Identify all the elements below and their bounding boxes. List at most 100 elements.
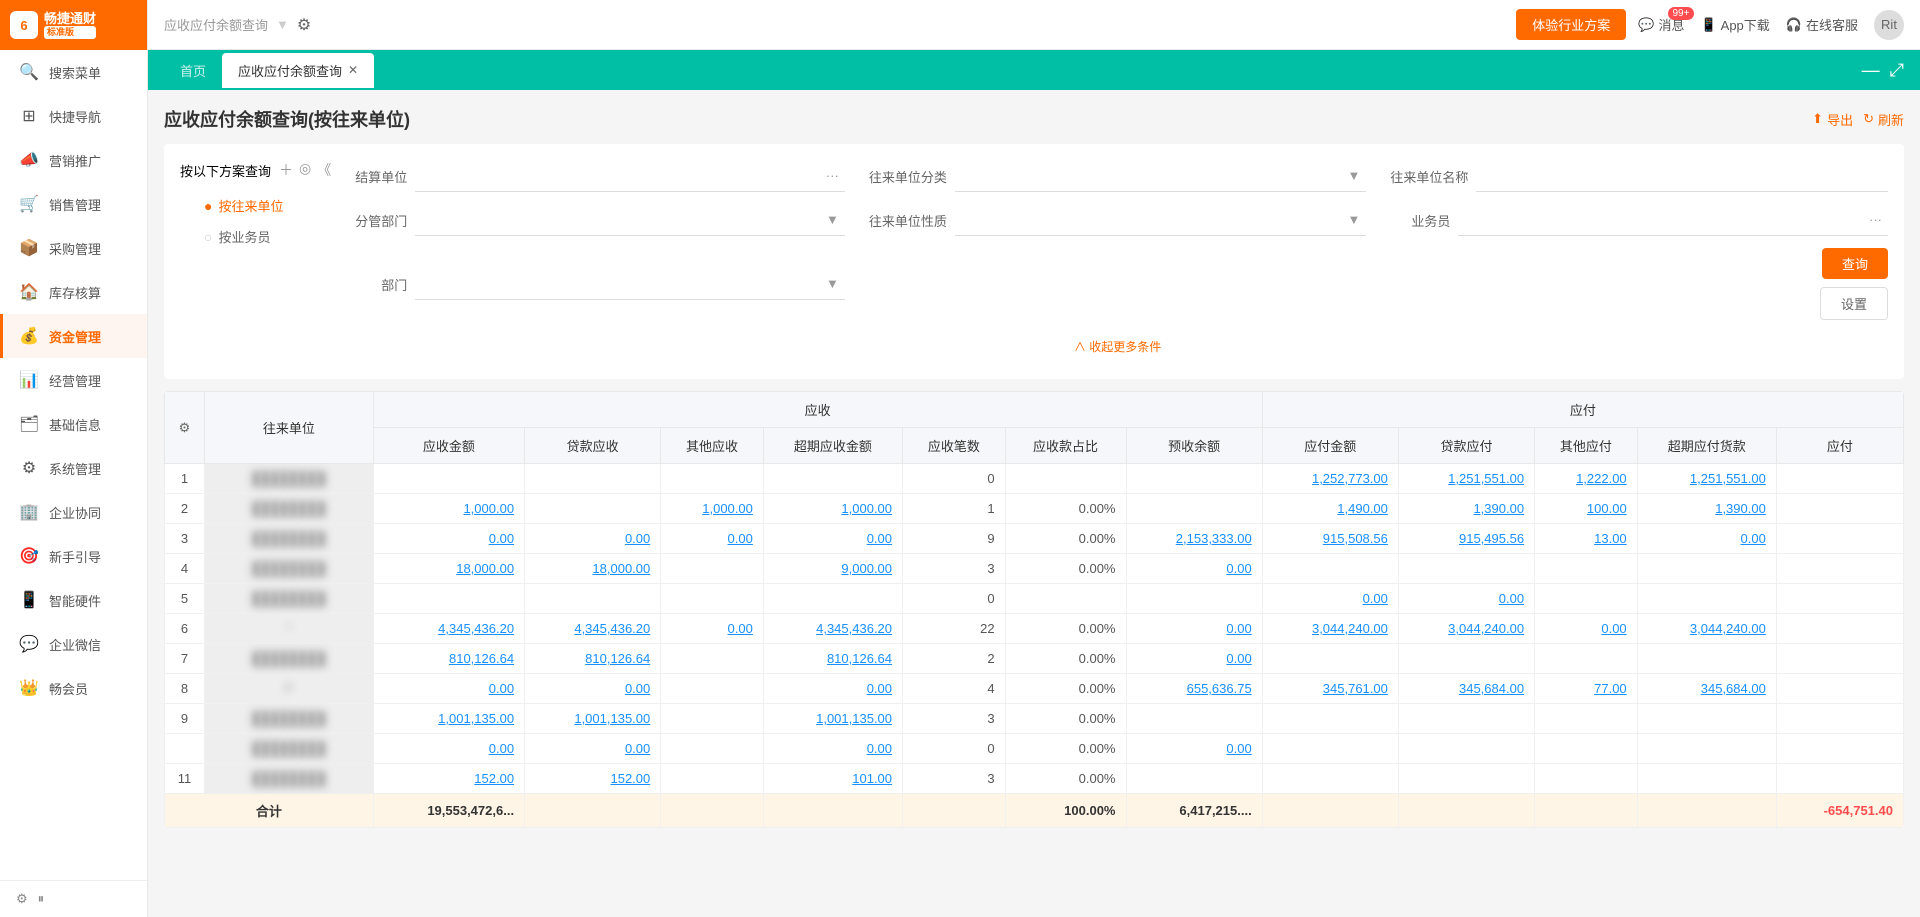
sidebar-item-sales[interactable]: 🛒 销售管理	[0, 182, 147, 226]
app-download-btn[interactable]: 📱 App下载	[1700, 15, 1769, 34]
search-option-salesperson[interactable]: ○ 按业务员	[196, 223, 331, 250]
row-pay-amount[interactable]: 915,508.56	[1262, 524, 1398, 554]
row-rec-loan[interactable]: 4,345,436.20	[525, 614, 661, 644]
row-pay-overdue[interactable]: 1,251,551.00	[1637, 464, 1776, 494]
row-rec-amount[interactable]: 4,345,436.20	[373, 614, 524, 644]
header-gear-icon[interactable]: ⚙	[297, 15, 311, 35]
sidebar-item-hardware[interactable]: 📱 智能硬件	[0, 578, 147, 622]
tab-home[interactable]: 首页	[164, 53, 222, 88]
sidebar-item-guide[interactable]: 🎯 新手引导	[0, 534, 147, 578]
row-rec-amount[interactable]: 152.00	[373, 764, 524, 794]
row-rec-amount[interactable]: 1,000.00	[373, 494, 524, 524]
setting-button[interactable]: 设置	[1820, 287, 1888, 320]
export-button[interactable]: ⬆ 导出	[1812, 110, 1853, 129]
row-rec-other[interactable]: 1,000.00	[661, 494, 764, 524]
row-rec-prepay[interactable]: 655,636.75	[1126, 674, 1262, 704]
row-rec-overdue[interactable]: 1,000.00	[763, 494, 902, 524]
row-pay-loan[interactable]: 915,495.56	[1398, 524, 1534, 554]
row-rec-loan[interactable]: 152.00	[525, 764, 661, 794]
row-pay-amount[interactable]: 0.00	[1262, 584, 1398, 614]
row-rec-amount[interactable]: 18,000.00	[373, 554, 524, 584]
sidebar-item-basic[interactable]: 🗂 基础信息	[0, 402, 147, 446]
dept-input[interactable]	[421, 272, 826, 295]
sidebar-item-wechat[interactable]: 💬 企业微信	[0, 622, 147, 666]
row-rec-prepay[interactable]: 0.00	[1126, 614, 1262, 644]
row-rec-loan[interactable]: 0.00	[525, 734, 661, 764]
row-pay-overdue[interactable]: 0.00	[1637, 524, 1776, 554]
query-button[interactable]: 查询	[1822, 248, 1888, 279]
promo-button[interactable]: 体验行业方案	[1516, 9, 1626, 40]
online-service-btn[interactable]: 🎧 在线客服	[1786, 15, 1858, 34]
row-pay-overdue[interactable]: 1,390.00	[1637, 494, 1776, 524]
row-rec-amount[interactable]: 0.00	[373, 524, 524, 554]
add-filter-icon[interactable]: ＋	[279, 160, 293, 180]
sidebar-item-finance[interactable]: 💰 资金管理	[0, 314, 147, 358]
sidebar-item-system[interactable]: ⚙ 系统管理	[0, 446, 147, 490]
row-pay-other[interactable]: 0.00	[1535, 614, 1638, 644]
row-rec-amount[interactable]: 810,126.64	[373, 644, 524, 674]
row-pay-amount[interactable]: 1,252,773.00	[1262, 464, 1398, 494]
user-avatar[interactable]: Rit	[1874, 10, 1904, 40]
tab-receivable[interactable]: 应收应付余额查询 ✕	[222, 53, 374, 88]
target-icon[interactable]: ◎	[299, 160, 311, 180]
row-pay-other[interactable]: 1,222.00	[1535, 464, 1638, 494]
table-settings-icon[interactable]: ⚙	[179, 420, 191, 435]
partner-name-input[interactable]	[1482, 164, 1882, 187]
sidebar-item-member[interactable]: 👑 畅会员	[0, 666, 147, 710]
tab-maximize-icon[interactable]: ⤢	[1890, 60, 1904, 81]
sidebar-bottom[interactable]: ⚙ ⏸	[0, 880, 147, 917]
row-pay-amount[interactable]: 3,044,240.00	[1262, 614, 1398, 644]
row-rec-overdue[interactable]: 810,126.64	[763, 644, 902, 674]
row-pay-amount[interactable]: 345,761.00	[1262, 674, 1398, 704]
row-pay-amount[interactable]: 1,490.00	[1262, 494, 1398, 524]
sidebar-item-corp[interactable]: 🏢 企业协同	[0, 490, 147, 534]
row-rec-prepay[interactable]: 0.00	[1126, 644, 1262, 674]
sidebar-item-operation[interactable]: 📊 经营管理	[0, 358, 147, 402]
salesperson-input[interactable]	[1464, 208, 1869, 231]
row-rec-loan[interactable]: 810,126.64	[525, 644, 661, 674]
row-rec-loan[interactable]: 18,000.00	[525, 554, 661, 584]
row-rec-overdue[interactable]: 4,345,436.20	[763, 614, 902, 644]
sidebar-item-purchase[interactable]: 📦 采购管理	[0, 226, 147, 270]
row-rec-other[interactable]: 0.00	[661, 524, 764, 554]
row-pay-overdue[interactable]: 3,044,240.00	[1637, 614, 1776, 644]
row-rec-overdue[interactable]: 9,000.00	[763, 554, 902, 584]
partner-category-input[interactable]	[961, 164, 1348, 187]
row-rec-amount[interactable]: 0.00	[373, 674, 524, 704]
messages-btn[interactable]: 💬 消息 99+	[1638, 15, 1684, 34]
sidebar-item-inventory[interactable]: 🏠 库存核算	[0, 270, 147, 314]
row-rec-amount[interactable]: 1,001,135.00	[373, 704, 524, 734]
row-pay-other[interactable]: 100.00	[1535, 494, 1638, 524]
row-rec-loan[interactable]: 1,001,135.00	[525, 704, 661, 734]
row-pay-other[interactable]: 13.00	[1535, 524, 1638, 554]
sidebar-item-quick[interactable]: ⊞ 快捷导航	[0, 94, 147, 138]
partner-nature-input[interactable]	[961, 208, 1348, 231]
tab-close-icon[interactable]: ✕	[348, 63, 358, 77]
row-rec-amount[interactable]: 0.00	[373, 734, 524, 764]
sidebar-item-search[interactable]: 🔍 搜索菜单	[0, 50, 147, 94]
row-pay-loan[interactable]: 1,251,551.00	[1398, 464, 1534, 494]
row-pay-other[interactable]: 77.00	[1535, 674, 1638, 704]
refresh-button[interactable]: ↻ 刷新	[1863, 110, 1904, 129]
row-pay-loan[interactable]: 3,044,240.00	[1398, 614, 1534, 644]
tab-minimize-icon[interactable]: —	[1862, 60, 1880, 81]
row-pay-loan[interactable]: 0.00	[1398, 584, 1534, 614]
branch-dept-input[interactable]	[421, 208, 826, 231]
row-pay-overdue[interactable]: 345,684.00	[1637, 674, 1776, 704]
row-rec-overdue[interactable]: 101.00	[763, 764, 902, 794]
row-rec-overdue[interactable]: 1,001,135.00	[763, 704, 902, 734]
row-rec-loan[interactable]: 0.00	[525, 524, 661, 554]
row-rec-overdue[interactable]: 0.00	[763, 524, 902, 554]
row-rec-overdue[interactable]: 0.00	[763, 734, 902, 764]
sidebar-item-marketing[interactable]: 📣 营销推广	[0, 138, 147, 182]
row-rec-loan[interactable]: 0.00	[525, 674, 661, 704]
collapse-button[interactable]: ∧ 收起更多条件	[347, 330, 1888, 363]
back-icon[interactable]: 《	[317, 160, 331, 180]
row-rec-other[interactable]: 0.00	[661, 614, 764, 644]
row-rec-prepay[interactable]: 0.00	[1126, 734, 1262, 764]
search-option-partner[interactable]: ● 按往来单位	[196, 192, 331, 219]
row-pay-loan[interactable]: 1,390.00	[1398, 494, 1534, 524]
row-rec-prepay[interactable]: 0.00	[1126, 554, 1262, 584]
settlement-input[interactable]	[421, 164, 826, 187]
row-rec-overdue[interactable]: 0.00	[763, 674, 902, 704]
